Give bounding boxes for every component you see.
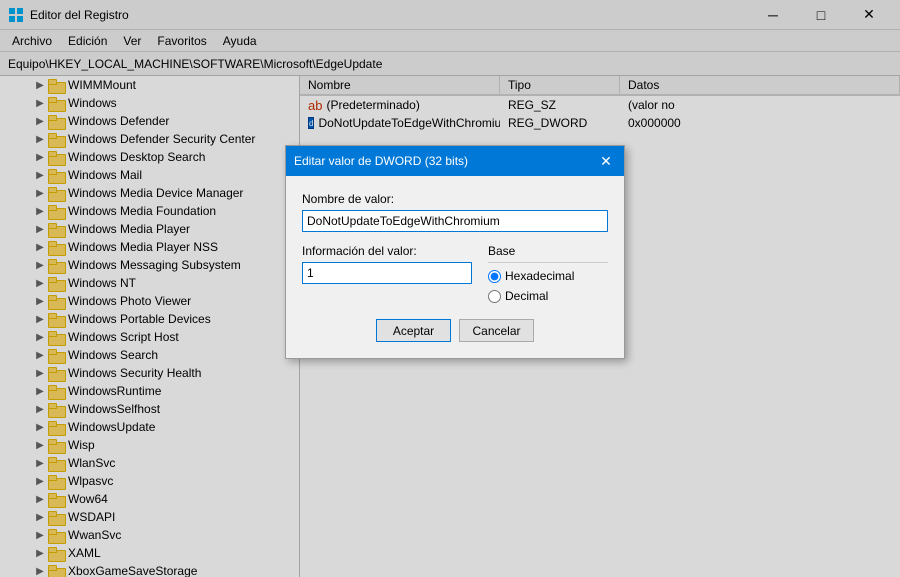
cancel-button[interactable]: Cancelar	[459, 319, 534, 342]
accept-button[interactable]: Aceptar	[376, 319, 451, 342]
dialog-row-value-base: Información del valor: Base Hexadecimal …	[302, 244, 608, 303]
dialog-body: Nombre de valor: Información del valor: …	[286, 176, 624, 358]
field-name-label: Nombre de valor:	[302, 192, 608, 206]
dialog-buttons: Aceptar Cancelar	[302, 319, 608, 342]
base-label: Base	[488, 244, 608, 263]
dialog-col-value: Información del valor:	[302, 244, 472, 303]
radio-hex-input[interactable]	[488, 270, 501, 283]
dialog-close-button[interactable]: ✕	[596, 151, 616, 171]
field-info-label: Información del valor:	[302, 244, 472, 258]
dialog-titlebar: Editar valor de DWORD (32 bits) ✕	[286, 146, 624, 176]
dialog-col-base: Base Hexadecimal Decimal	[488, 244, 608, 303]
radio-hex-text: Hexadecimal	[505, 269, 574, 283]
field-info-input[interactable]	[302, 262, 472, 284]
dialog-overlay: Editar valor de DWORD (32 bits) ✕ Nombre…	[0, 0, 900, 577]
radio-group-base: Hexadecimal Decimal	[488, 269, 608, 303]
field-name-input[interactable]	[302, 210, 608, 232]
radio-dec-text: Decimal	[505, 289, 548, 303]
dword-edit-dialog: Editar valor de DWORD (32 bits) ✕ Nombre…	[285, 145, 625, 359]
radio-dec-label[interactable]: Decimal	[488, 289, 608, 303]
radio-dec-input[interactable]	[488, 290, 501, 303]
radio-hex-label[interactable]: Hexadecimal	[488, 269, 608, 283]
dialog-title: Editar valor de DWORD (32 bits)	[294, 154, 468, 168]
